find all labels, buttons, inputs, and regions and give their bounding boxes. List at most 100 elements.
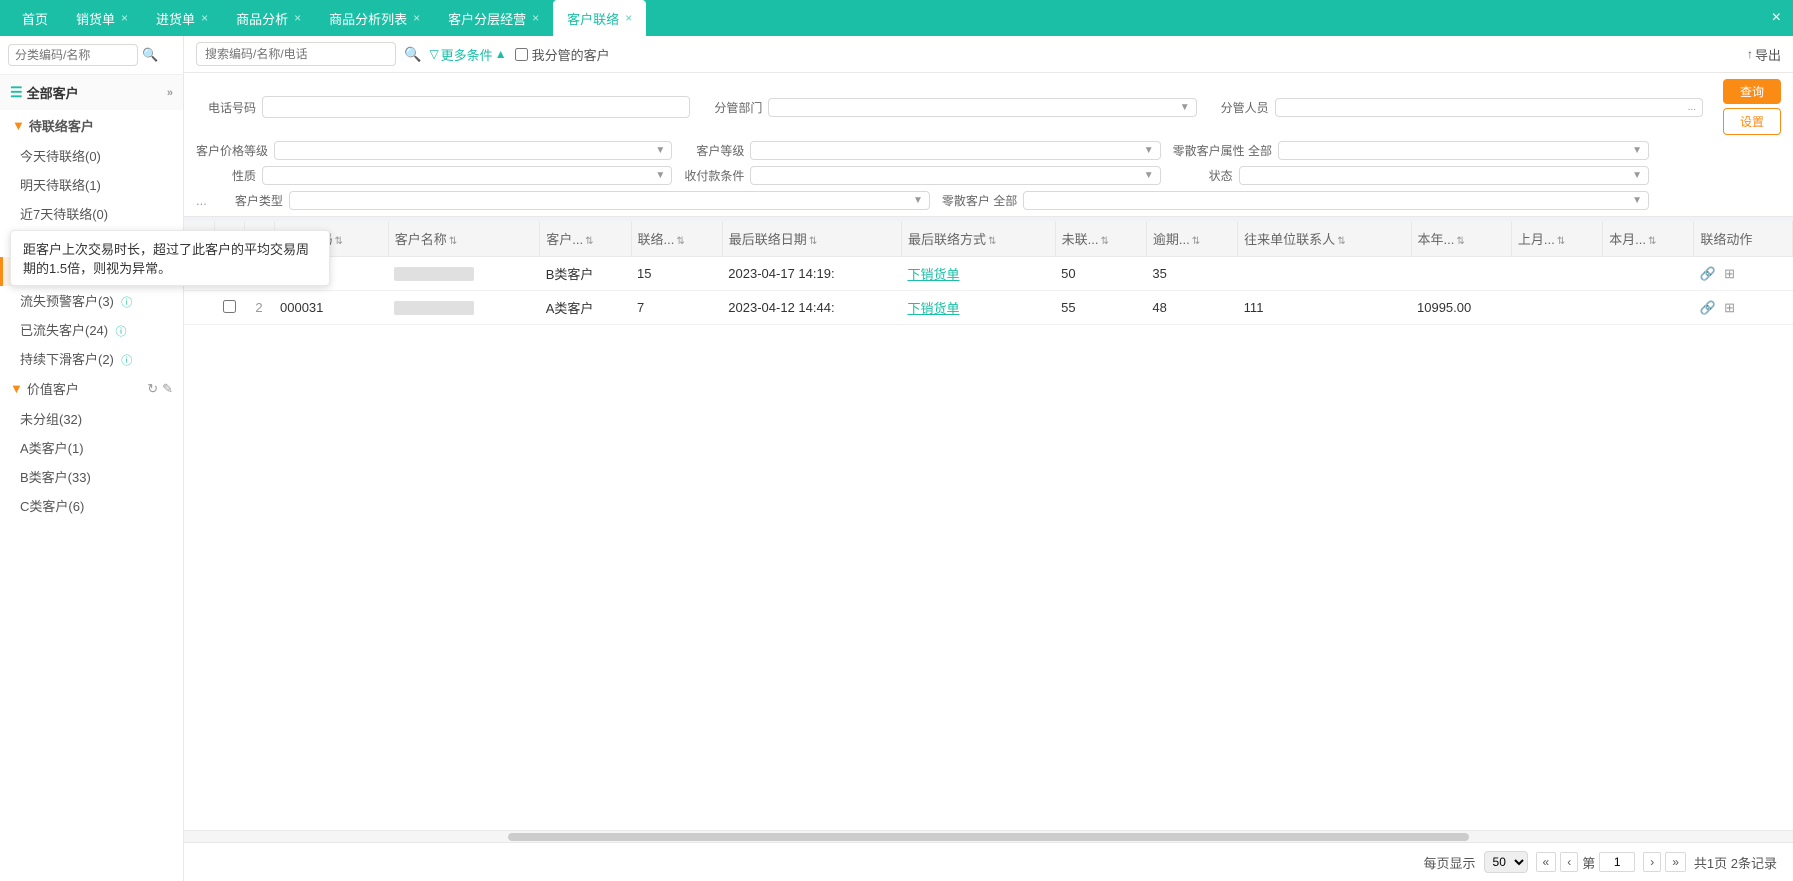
my-customers-checkbox[interactable]	[515, 48, 528, 61]
info-icon-2: ⓘ	[115, 326, 126, 338]
table-row: 2 000031 A类客户 7 2023-04-12 14:44: 下销货单 5…	[184, 291, 1793, 325]
sidebar-item-tomorrow[interactable]: 明天待联络(1)	[0, 170, 183, 199]
dept-caret: ▼	[1180, 102, 1190, 113]
sidebar-search-input[interactable]	[8, 44, 138, 66]
page-input[interactable]	[1599, 852, 1635, 872]
filter-row-1: 电话号码 分管部门 ▼ 分管人员 ...	[196, 79, 1781, 135]
phone-input[interactable]	[262, 96, 690, 118]
info-icon-3: ⓘ	[121, 355, 132, 367]
my-customers-checkbox-label[interactable]: 我分管的客户	[515, 45, 610, 64]
sidebar-item-class-b[interactable]: B类客户(33)	[0, 462, 183, 491]
th-last-contact-method[interactable]: 最后联络方式⇅	[901, 221, 1055, 257]
export-btn[interactable]: ↑ 导出	[1747, 45, 1781, 64]
retail-attr-select[interactable]: ▼	[1278, 141, 1649, 160]
td-last-date-2: 2023-04-12 14:44:	[722, 291, 901, 325]
nav-close-product-analysis[interactable]: ×	[294, 11, 301, 25]
nav-close-customer-contact[interactable]: ×	[625, 11, 632, 25]
nav-item-product-list[interactable]: 商品分析列表 ×	[315, 0, 434, 36]
link-icon-2[interactable]: 🔗	[1700, 300, 1716, 316]
th-contact-person[interactable]: 往来单位联系人⇅	[1238, 221, 1411, 257]
grid-icon-2[interactable]: ⊞	[1724, 300, 1735, 316]
nav-close-purchase[interactable]: ×	[201, 11, 208, 25]
td-last-method-2[interactable]: 下销货单	[901, 291, 1055, 325]
filter-status: 状态 ▼	[1173, 166, 1649, 185]
dept-select[interactable]: ▼	[768, 98, 1196, 117]
link-icon-1[interactable]: 🔗	[1700, 266, 1716, 282]
status-select[interactable]: ▼	[1239, 166, 1649, 185]
th-this-year[interactable]: 本年...⇅	[1411, 221, 1511, 257]
prev-page-btn[interactable]: ‹	[1560, 852, 1578, 872]
th-action: 联络动作	[1694, 221, 1793, 257]
table-header-row: ⚙ 客户编码⇅ 客户名称⇅ 客户...⇅ 联络...⇅ 最后联络日期⇅ 最后联络…	[184, 221, 1793, 257]
th-this-month[interactable]: 本月...⇅	[1603, 221, 1694, 257]
nav-item-customer-tier[interactable]: 客户分层经营 ×	[434, 0, 553, 36]
person-select[interactable]: ...	[1275, 98, 1703, 117]
pending-contact-group[interactable]: ▼ 待联络客户	[0, 110, 183, 141]
price-level-select[interactable]: ▼	[274, 141, 672, 160]
th-contact-count[interactable]: 联络...⇅	[631, 221, 722, 257]
collapse-btn[interactable]: »	[167, 87, 173, 99]
horizontal-scrollbar[interactable]	[184, 830, 1793, 842]
close-all-btn[interactable]: ×	[1772, 9, 1781, 27]
th-no-contact[interactable]: 未联...⇅	[1055, 221, 1146, 257]
td-no-contact-1: 50	[1055, 257, 1146, 291]
nature-select[interactable]: ▼	[262, 166, 672, 185]
th-customer-name[interactable]: 客户名称⇅	[388, 221, 540, 257]
filter-row-3: 性质 ▼ 收付款条件 ▼ 状态	[196, 166, 1781, 185]
nav-item-product-analysis[interactable]: 商品分析 ×	[222, 0, 315, 36]
nav-item-sales[interactable]: 销货单 ×	[62, 0, 142, 36]
sidebar-item-ungrouped[interactable]: 未分组(32)	[0, 404, 183, 433]
per-page-select[interactable]: 50	[1484, 851, 1528, 873]
filter-retail-attr: 零散客户属性 全部 ▼	[1173, 141, 1649, 160]
row-checkbox-2[interactable]	[223, 300, 236, 313]
payment-select[interactable]: ▼	[750, 166, 1160, 185]
customers-icon: ☰	[10, 84, 23, 101]
td-last-method-1[interactable]: 下销货单	[901, 257, 1055, 291]
th-customer-level[interactable]: 客户...⇅	[540, 221, 631, 257]
td-this-year-2: 10995.00	[1411, 291, 1511, 325]
edit-icon[interactable]: ✎	[162, 381, 173, 397]
sidebar-item-churned[interactable]: 已流失客户(24) ⓘ	[0, 315, 183, 344]
filter-dots[interactable]: ...	[196, 193, 207, 208]
sidebar-search-icon[interactable]: 🔍	[142, 47, 158, 63]
nav-item-customer-contact[interactable]: 客户联络 ×	[553, 0, 646, 36]
nature-caret: ▼	[655, 170, 665, 181]
nav-close-sales[interactable]: ×	[121, 11, 128, 25]
customer-type-select[interactable]: ▼	[289, 191, 930, 210]
info-icon-1: ⓘ	[121, 297, 132, 309]
last-page-btn[interactable]: »	[1665, 852, 1686, 872]
next-page-btn[interactable]: ›	[1643, 852, 1661, 872]
all-customers-header[interactable]: ☰ 全部客户 »	[0, 75, 183, 110]
nav-item-purchase[interactable]: 进货单 ×	[142, 0, 222, 36]
refresh-icon[interactable]: ↻	[147, 381, 158, 397]
nav-close-customer-tier[interactable]: ×	[532, 11, 539, 25]
search-btn[interactable]: 🔍	[404, 46, 421, 63]
query-button[interactable]: 查询	[1723, 79, 1781, 104]
more-conditions-btn[interactable]: ▽ 更多条件 ▲	[429, 45, 506, 64]
triangle-icon: ▼	[12, 118, 25, 133]
sidebar-item-churn-warning[interactable]: 流失预警客户(3) ⓘ	[0, 286, 183, 315]
th-last-month[interactable]: 上月...⇅	[1511, 221, 1602, 257]
settings-button[interactable]: 设置	[1723, 108, 1781, 135]
sidebar-item-class-a[interactable]: A类客户(1)	[0, 433, 183, 462]
th-overdue[interactable]: 逾期...⇅	[1146, 221, 1237, 257]
nav-item-home[interactable]: 首页	[8, 0, 62, 36]
first-page-btn[interactable]: «	[1536, 852, 1557, 872]
page-navigation: « ‹ 第 › »	[1536, 852, 1686, 872]
action-buttons: 查询 设置	[1723, 79, 1781, 135]
td-overdue-2: 48	[1146, 291, 1237, 325]
payment-caret: ▼	[1144, 170, 1154, 181]
sidebar-item-7days[interactable]: 近7天待联络(0)	[0, 199, 183, 228]
sidebar-item-declining[interactable]: 持续下滑客户(2) ⓘ	[0, 344, 183, 373]
sidebar-item-today[interactable]: 今天待联络(0)	[0, 141, 183, 170]
retail-customer-select[interactable]: ▼	[1023, 191, 1649, 210]
nav-close-product-list[interactable]: ×	[413, 11, 420, 25]
td-contact-count-1: 15	[631, 257, 722, 291]
search-input[interactable]	[196, 42, 396, 66]
grid-icon-1[interactable]: ⊞	[1724, 266, 1735, 282]
th-last-contact-date[interactable]: 最后联络日期⇅	[722, 221, 901, 257]
customer-level-select[interactable]: ▼	[750, 141, 1160, 160]
scroll-thumb[interactable]	[508, 833, 1469, 841]
sidebar-item-class-c[interactable]: C类客户(6)	[0, 491, 183, 520]
td-name-2	[388, 291, 540, 325]
